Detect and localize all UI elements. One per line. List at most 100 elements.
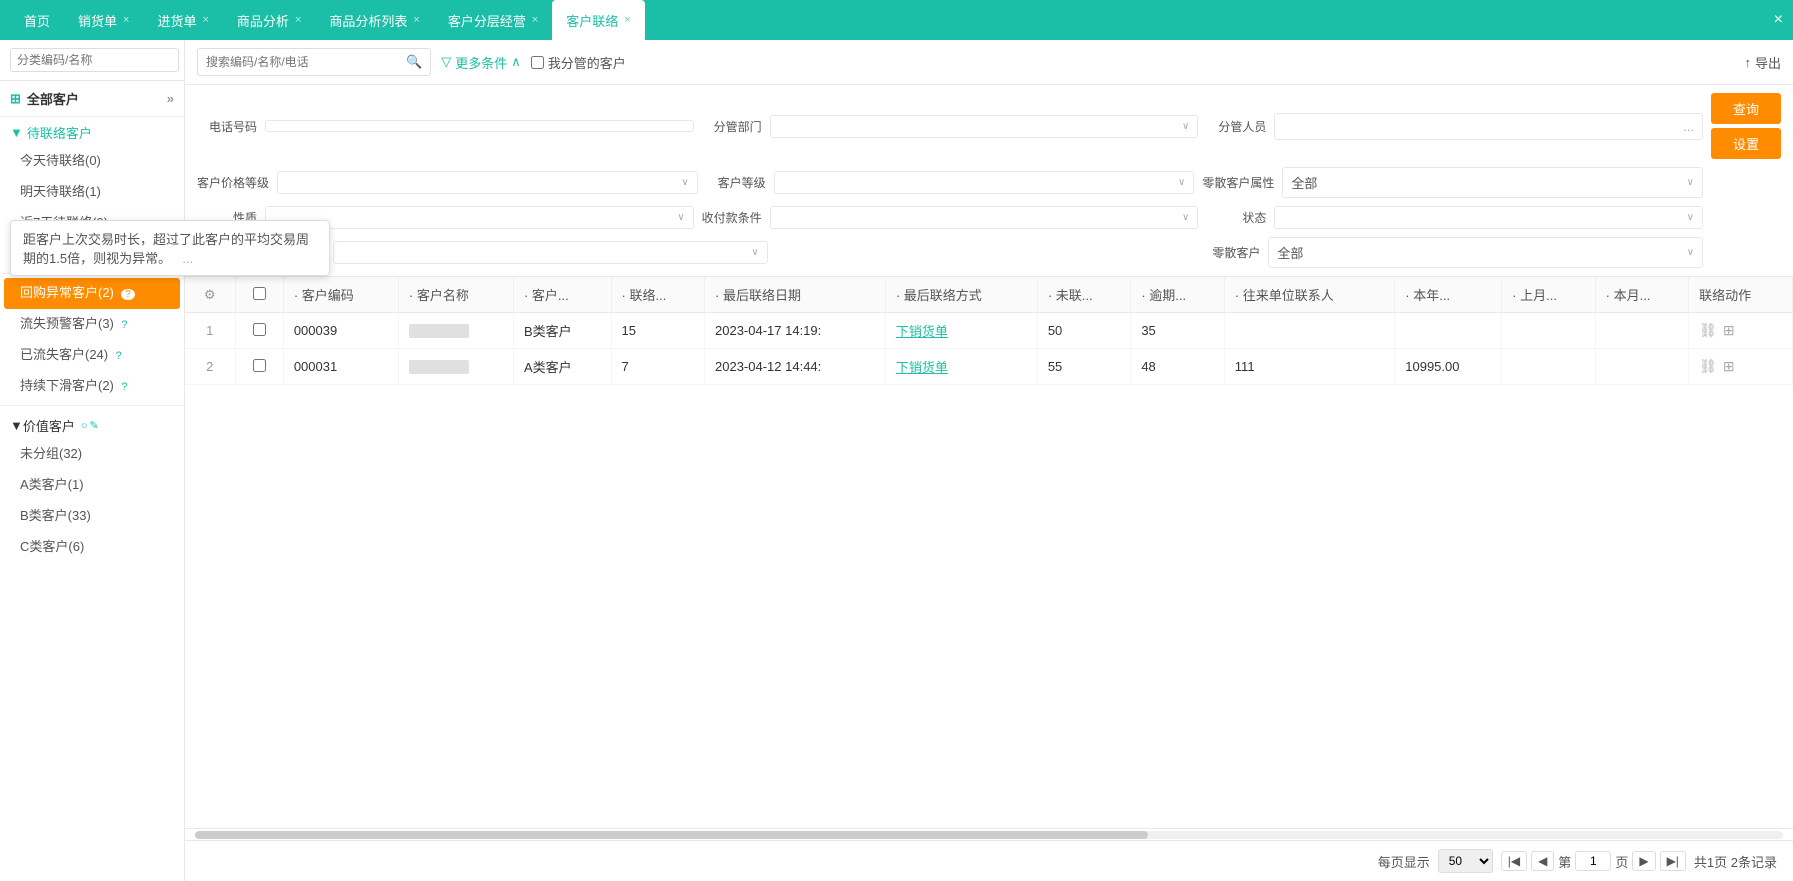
col-code-header: · 客户编码 [283, 277, 398, 313]
col-name-header: · 客户名称 [398, 277, 513, 313]
value-group-circle-icon[interactable]: ○ [81, 420, 88, 432]
nav-tab-home[interactable]: 首页 [10, 0, 64, 40]
row-2-action-icons: ⛓ ⊞ [1699, 358, 1782, 375]
row-2-unit-contact: 111 [1224, 349, 1394, 385]
nav-tab-purchase[interactable]: 进货单 × [143, 0, 222, 40]
value-group-label[interactable]: ▼ 价值客户 ○ ✎ [0, 410, 184, 439]
row-2-last-way[interactable]: 下销货单 [885, 349, 1037, 385]
status-field[interactable]: ∨ [1274, 206, 1703, 229]
cust-grade-arrow-icon: ∨ [1178, 177, 1185, 188]
sidebar-item-declining[interactable]: 持续下滑客户(2) ? [0, 371, 184, 402]
sidebar-item-ungrouped[interactable]: 未分组(32) [0, 439, 184, 470]
export-button[interactable]: ↑ 导出 [1744, 53, 1781, 72]
sidebar: 🔍 ⊞ 全部客户 » ▼ 待联络客户 今天待联络(0) 明天待联络(1) 近7天… [0, 40, 185, 881]
row-1-grid-icon[interactable]: ⊞ [1723, 322, 1735, 339]
status-label: 状态 [1206, 209, 1266, 226]
prev-page-button[interactable]: ◀ [1531, 851, 1554, 871]
scatter-attr-field[interactable]: 全部 ∨ [1282, 167, 1703, 198]
person-field[interactable]: ... [1274, 113, 1703, 140]
row-1-last-way[interactable]: 下销货单 [885, 313, 1037, 349]
row-2-code: 000031 [283, 349, 398, 385]
sidebar-item-class-c[interactable]: C类客户(6) [0, 532, 184, 563]
dept-field[interactable]: ∨ [770, 115, 1199, 138]
sidebar-item-today[interactable]: 今天待联络(0) [0, 146, 184, 177]
my-customers-checkbox-label[interactable]: 我分管的客户 [531, 53, 626, 72]
sidebar-item-churn-warning[interactable]: 流失预警客户(3) ? [0, 309, 184, 340]
close-customer-layer-tab-icon[interactable]: × [532, 14, 538, 26]
row-2-num: 2 [185, 349, 235, 385]
close-product-list-tab-icon[interactable]: × [413, 14, 419, 26]
nav-tab-product-list[interactable]: 商品分析列表 × [315, 0, 433, 40]
query-button[interactable]: 查询 [1711, 93, 1781, 124]
first-page-button[interactable]: |◀ [1501, 851, 1527, 871]
row-2-this-year: 10995.00 [1395, 349, 1502, 385]
col-settings-header[interactable]: ⚙ [185, 277, 235, 313]
per-page-select[interactable]: 50 100 200 [1438, 849, 1493, 873]
sidebar-item-tomorrow[interactable]: 明天待联络(1) [0, 177, 184, 208]
sidebar-item-class-a[interactable]: A类客户(1) [0, 470, 184, 501]
row-2-checkbox-cell[interactable] [235, 349, 283, 385]
horizontal-scrollbar[interactable] [185, 828, 1793, 840]
sidebar-item-class-b[interactable]: B类客户(33) [0, 501, 184, 532]
declining-help-icon[interactable]: ? [121, 381, 127, 393]
my-customers-checkbox[interactable] [531, 56, 544, 69]
row-2-actions: ⛓ ⊞ [1689, 349, 1793, 385]
row-2-checkbox[interactable] [253, 359, 266, 372]
nav-tab-sales[interactable]: 销货单 × [64, 0, 143, 40]
close-purchase-tab-icon[interactable]: × [202, 14, 208, 26]
payment-field[interactable]: ∨ [770, 206, 1199, 229]
row-2-unread: 55 [1037, 349, 1130, 385]
col-checkbox-header[interactable] [235, 277, 283, 313]
scroll-thumb[interactable] [195, 831, 1148, 839]
page-label: 第 [1558, 852, 1571, 871]
price-grade-field[interactable]: ∨ [277, 171, 698, 194]
nav-tab-customer-contact[interactable]: 客户联络 × [552, 0, 644, 40]
row-2-link-icon[interactable]: ⛓ [1699, 358, 1717, 375]
row-1-name [398, 313, 513, 349]
scatter2-field[interactable]: 全部 ∨ [1268, 237, 1703, 268]
dept-label: 分管部门 [702, 118, 762, 135]
more-conditions-button[interactable]: ▽ 更多条件 ∧ [441, 53, 521, 72]
search-button[interactable]: 🔍 [398, 49, 430, 75]
person-label: 分管人员 [1206, 118, 1266, 135]
cust-type-field[interactable]: ∨ [333, 241, 768, 264]
row-1-link-icon[interactable]: ⛓ [1699, 322, 1717, 339]
nav-tab-customer-layer[interactable]: 客户分层经营 × [434, 0, 552, 40]
row-1-checkbox[interactable] [253, 323, 266, 336]
last-page-button[interactable]: ▶| [1660, 851, 1686, 871]
search-input[interactable] [198, 50, 398, 74]
pending-group-label[interactable]: ▼ 待联络客户 [0, 117, 184, 146]
next-page-button[interactable]: ▶ [1632, 851, 1655, 871]
tooltip-close-icon[interactable]: ... [182, 251, 193, 266]
value-group-edit-icon[interactable]: ✎ [90, 419, 99, 432]
col-unread-header: · 未联... [1037, 277, 1130, 313]
scroll-track[interactable] [195, 831, 1783, 839]
row-2-contact: 7 [611, 349, 704, 385]
churn-warning-help-icon[interactable]: ? [121, 319, 127, 331]
sidebar-collapse-button[interactable]: » [167, 91, 174, 106]
cust-grade-field[interactable]: ∨ [774, 171, 1195, 194]
page-input[interactable] [1575, 851, 1611, 871]
row-1-checkbox-cell[interactable] [235, 313, 283, 349]
close-product-analysis-tab-icon[interactable]: × [295, 14, 301, 26]
table-row: 2 000031 A类客户 7 2023-04-12 14:44: 下销货单 5… [185, 349, 1793, 385]
churned-help-icon[interactable]: ? [115, 350, 121, 362]
close-customer-contact-tab-icon[interactable]: × [624, 14, 630, 26]
select-all-checkbox[interactable] [253, 287, 266, 300]
sidebar-item-repurchase-anomaly[interactable]: 回购异常客户(2) ? [4, 278, 180, 309]
phone-field[interactable] [265, 120, 694, 132]
row-2-this-month [1595, 349, 1688, 385]
close-sales-tab-icon[interactable]: × [123, 14, 129, 26]
sidebar-search-input[interactable] [10, 48, 179, 72]
row-2-grid-icon[interactable]: ⊞ [1723, 358, 1735, 375]
sidebar-item-churned[interactable]: 已流失客户(24) ? [0, 340, 184, 371]
nav-tab-product-analysis[interactable]: 商品分析 × [223, 0, 315, 40]
payment-arrow-icon: ∨ [1182, 212, 1189, 223]
scatter2-label: 零散客户 [1200, 244, 1260, 261]
row-1-this-year [1395, 313, 1502, 349]
sidebar-search-container: 🔍 [0, 40, 184, 81]
close-all-tabs-button[interactable]: × [1774, 11, 1783, 29]
scatter2-arrow-icon: ∨ [1687, 247, 1694, 258]
row-2-cust-type: A类客户 [513, 349, 611, 385]
settings-button[interactable]: 设置 [1711, 128, 1781, 159]
